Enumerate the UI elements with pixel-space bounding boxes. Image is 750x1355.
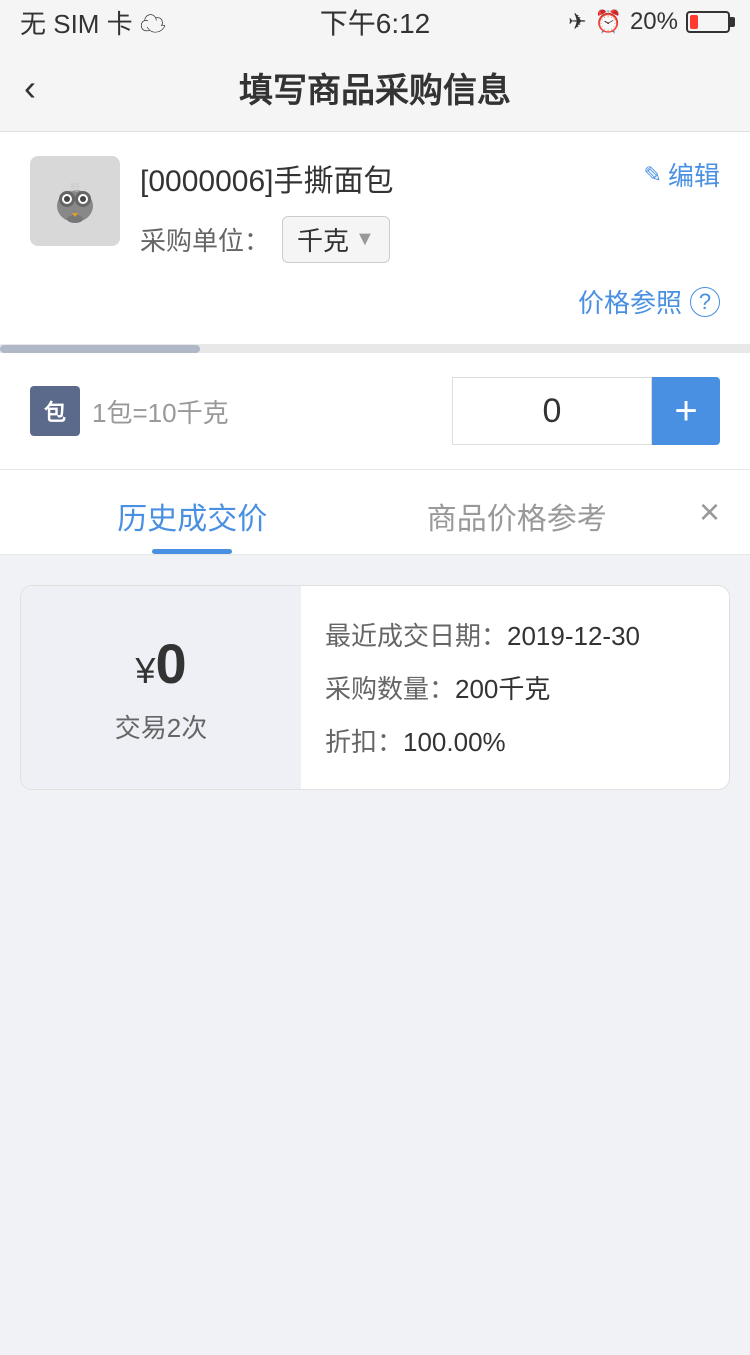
unit-label: 采购单位： — [140, 221, 270, 258]
quantity-plus-button[interactable]: + — [652, 377, 720, 445]
alarm-icon: ⏰ — [595, 9, 622, 35]
quantity-unit-icon-label: 包 — [44, 395, 66, 427]
quantity-input[interactable]: 0 — [452, 377, 652, 445]
quantity-label: 采购数量： — [325, 674, 455, 704]
quantity-detail-value: 200千克 — [455, 674, 550, 704]
unit-value: 千克 — [297, 221, 349, 258]
quantity-controls: 0 + — [452, 377, 720, 445]
edit-label: 编辑 — [668, 156, 720, 193]
product-header: 野 [0000006]手撕面包 采购单位： 千克 ▼ ✎ 编辑 — [30, 156, 720, 263]
page-title: 填写商品采购信息 — [239, 63, 511, 112]
transaction-price-panel: ¥0 交易2次 — [21, 586, 301, 789]
unit-select[interactable]: 千克 ▼ — [282, 216, 390, 263]
quantity-value: 0 — [543, 392, 562, 431]
battery-fill — [690, 15, 698, 29]
transaction-discount-row: 折扣：100.00% — [325, 722, 705, 759]
tab-price-reference-label: 商品价格参考 — [427, 503, 607, 536]
product-info: [0000006]手撕面包 采购单位： 千克 ▼ — [140, 156, 644, 263]
product-owl-logo: 野 — [45, 171, 105, 231]
status-bar: 无 SIM 卡 ☁ 下午6:12 ✈ ⏰ 20% — [0, 0, 750, 44]
product-unit-row: 采购单位： 千克 ▼ — [140, 216, 644, 263]
product-thumbnail: 野 — [30, 156, 120, 246]
discount-value: 100.00% — [403, 727, 506, 757]
quantity-unit-box: 包 — [30, 386, 80, 436]
price-ref-row: 价格参照 ? — [30, 279, 720, 320]
status-right: ✈ ⏰ 20% — [568, 8, 730, 36]
product-card: 野 [0000006]手撕面包 采购单位： 千克 ▼ ✎ 编辑 — [0, 132, 750, 345]
tab-price-reference[interactable]: 商品价格参考 — [354, 470, 678, 554]
edit-icon: ✎ — [644, 162, 662, 188]
quantity-unit-info: 1包=10千克 — [92, 393, 229, 430]
discount-label: 折扣： — [325, 727, 403, 757]
svg-text:野: 野 — [70, 182, 80, 194]
product-left: 野 [0000006]手撕面包 采购单位： 千克 ▼ — [30, 156, 644, 263]
transaction-quantity-row: 采购数量：200千克 — [325, 669, 705, 706]
scroll-indicator — [0, 345, 750, 353]
price-ref-question-icon: ? — [690, 287, 720, 317]
plus-icon: + — [674, 389, 697, 434]
price-number: 0 — [155, 632, 186, 695]
status-left: 无 SIM 卡 ☁ — [20, 4, 166, 41]
transaction-card: ¥0 交易2次 最近成交日期：2019-12-30 采购数量：200千克 折扣：… — [20, 585, 730, 790]
transaction-price-value: ¥0 — [135, 631, 186, 696]
scroll-thumb — [0, 345, 200, 353]
price-ref-link[interactable]: 价格参照 ? — [578, 283, 720, 320]
edit-button[interactable]: ✎ 编辑 — [644, 156, 720, 193]
back-button[interactable]: ‹ — [24, 67, 36, 109]
transaction-count: 交易2次 — [115, 708, 207, 745]
back-icon: ‹ — [24, 67, 36, 108]
currency-symbol: ¥ — [135, 650, 155, 691]
dropdown-arrow-icon: ▼ — [355, 228, 375, 251]
transaction-date-row: 最近成交日期：2019-12-30 — [325, 616, 705, 653]
content-area: ¥0 交易2次 最近成交日期：2019-12-30 采购数量：200千克 折扣：… — [0, 555, 750, 1355]
date-label: 最近成交日期： — [325, 621, 507, 651]
quantity-left: 包 1包=10千克 — [30, 386, 229, 436]
tab-bar: 历史成交价 商品价格参考 × — [0, 470, 750, 555]
location-icon: ✈ — [568, 9, 586, 35]
battery-percent: 20% — [630, 8, 678, 36]
product-name: [0000006]手撕面包 — [140, 156, 644, 200]
close-icon: × — [699, 491, 720, 532]
sim-signal-text: 无 SIM 卡 ☁ — [20, 4, 166, 41]
tab-history-price-label: 历史成交价 — [117, 503, 267, 536]
tab-underline — [152, 549, 232, 554]
nav-bar: ‹ 填写商品采购信息 — [0, 44, 750, 132]
tab-history-price[interactable]: 历史成交价 — [30, 470, 354, 554]
price-ref-label: 价格参照 — [578, 283, 682, 320]
date-value: 2019-12-30 — [507, 621, 640, 651]
transaction-details: 最近成交日期：2019-12-30 采购数量：200千克 折扣：100.00% — [301, 586, 729, 789]
tab-close-button[interactable]: × — [679, 491, 720, 533]
status-time: 下午6:12 — [320, 2, 431, 42]
battery-icon — [686, 11, 730, 33]
quantity-row: 包 1包=10千克 0 + — [0, 353, 750, 470]
